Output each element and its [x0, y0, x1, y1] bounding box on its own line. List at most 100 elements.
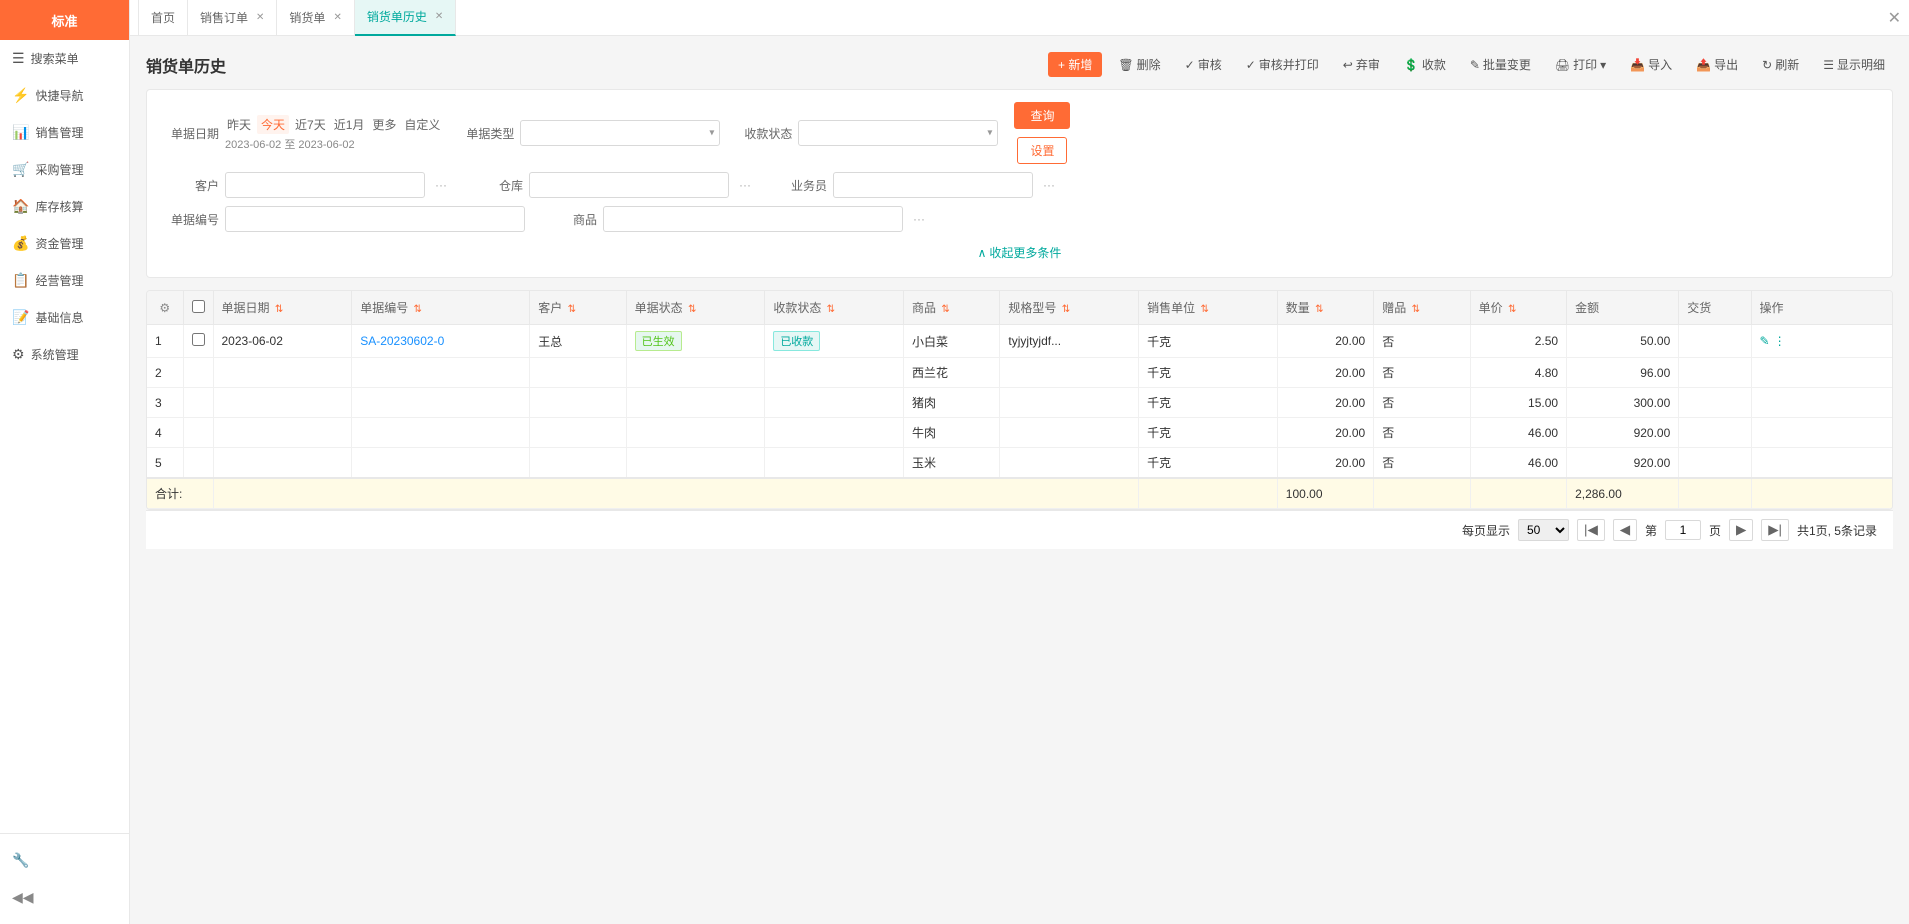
doc-type-select[interactable]	[520, 120, 720, 146]
customer-field: 客户 ···	[163, 172, 451, 198]
cell-goods: 小白菜	[904, 325, 1000, 358]
select-all-checkbox[interactable]	[192, 300, 205, 313]
sidebar-item-sales-mgmt[interactable]: 📊 销售管理	[0, 114, 129, 151]
audit-button[interactable]: ✓ 审核	[1177, 52, 1230, 77]
warehouse-input[interactable]	[529, 172, 729, 198]
doc-number-link[interactable]: SA-20230602-0	[360, 334, 444, 348]
th-doc-status[interactable]: 单据状态 ⇅	[626, 291, 765, 325]
cell-price: 46.00	[1470, 448, 1566, 479]
abandon-button[interactable]: ↩ 弃审	[1335, 52, 1388, 77]
shortcut-more[interactable]: 更多	[370, 116, 398, 133]
th-spec[interactable]: 规格型号 ⇅	[1000, 291, 1139, 325]
shortcut-today[interactable]: 今天	[257, 115, 289, 134]
sidebar-item-basic-info[interactable]: 📝 基础信息	[0, 299, 129, 336]
query-button[interactable]: 查询	[1014, 102, 1070, 129]
last-page-btn[interactable]: ▶|	[1761, 519, 1789, 541]
collect-button[interactable]: 💲 收款	[1396, 52, 1454, 77]
th-doc-status-label: 单据状态	[635, 301, 683, 315]
edit-action[interactable]: ✎	[1760, 334, 1770, 348]
customer-label: 客户	[163, 177, 219, 194]
audit-print-button[interactable]: ✓ 审核并打印	[1238, 52, 1327, 77]
cell-amount: 96.00	[1567, 358, 1679, 388]
shortcut-custom[interactable]: 自定义	[402, 116, 442, 133]
sidebar-item-quick-nav[interactable]: ⚡ 快捷导航	[0, 77, 129, 114]
tab-home[interactable]: 首页	[138, 0, 188, 36]
cell-doc-number	[352, 388, 530, 418]
close-all-tabs[interactable]: ✕	[1888, 8, 1901, 28]
page-number-input[interactable]	[1665, 520, 1701, 540]
sidebar-item-finance[interactable]: 💰 资金管理	[0, 225, 129, 262]
cell-row-num: 3	[147, 388, 183, 418]
sidebar-bottom-settings[interactable]: 🔧	[0, 842, 129, 879]
prev-page-btn[interactable]: ◀	[1613, 519, 1637, 541]
shortcut-yesterday[interactable]: 昨天	[225, 116, 253, 133]
sales-icon: 📊	[12, 124, 29, 141]
cell-doc-number: SA-20230602-0	[352, 325, 530, 358]
salesperson-ellipsis[interactable]: ···	[1039, 178, 1059, 192]
th-doc-date[interactable]: 单据日期 ⇅	[213, 291, 352, 325]
customer-input[interactable]	[225, 172, 425, 198]
basic-info-icon: 📝	[12, 309, 29, 326]
salesperson-input[interactable]	[833, 172, 1033, 198]
th-gift[interactable]: 赠品 ⇅	[1374, 291, 1470, 325]
tab-sales-order[interactable]: 销售订单 ✕	[188, 0, 277, 36]
next-page-btn[interactable]: ▶	[1729, 519, 1753, 541]
warehouse-label: 仓库	[467, 177, 523, 194]
th-unit-label: 销售单位	[1147, 301, 1195, 315]
shortcut-1month[interactable]: 近1月	[332, 116, 367, 133]
table-settings-icon[interactable]: ⚙	[159, 301, 170, 315]
abandon-label: 弃审	[1356, 56, 1380, 73]
row-checkbox[interactable]	[192, 333, 205, 346]
print-button[interactable]: 🖨 打印 ▾	[1547, 52, 1614, 77]
sidebar-item-operations[interactable]: 📋 经营管理	[0, 262, 129, 299]
goods-ellipsis[interactable]: ···	[909, 212, 929, 226]
tab-sales-history[interactable]: 销货单历史 ✕	[355, 0, 456, 36]
main-content: 首页 销售订单 ✕ 销货单 ✕ 销货单历史 ✕ ✕ 销货单历史 + 新增 🗑 删…	[130, 0, 1909, 924]
th-qty[interactable]: 数量 ⇅	[1277, 291, 1373, 325]
goods-input[interactable]	[603, 206, 903, 232]
tab-sales-goods-close[interactable]: ✕	[333, 12, 341, 23]
cell-goods: 西兰花	[904, 358, 1000, 388]
sidebar-item-inventory[interactable]: 🏠 库存核算	[0, 188, 129, 225]
export-button[interactable]: 📤 导出	[1688, 52, 1746, 77]
th-customer[interactable]: 客户 ⇅	[530, 291, 626, 325]
sidebar-item-purchase-mgmt[interactable]: 🛒 采购管理	[0, 151, 129, 188]
shortcut-7days[interactable]: 近7天	[293, 116, 328, 133]
refresh-button[interactable]: ↻ 刷新	[1754, 52, 1807, 77]
sidebar-item-label: 系统管理	[31, 346, 79, 363]
th-unit[interactable]: 销售单位 ⇅	[1139, 291, 1278, 325]
sidebar-item-search-menu[interactable]: ☰ 搜索菜单	[0, 40, 129, 77]
cell-payment-status	[765, 358, 904, 388]
sidebar-item-label: 基础信息	[35, 309, 83, 326]
tab-sales-goods[interactable]: 销货单 ✕	[277, 0, 354, 36]
cell-qty: 20.00	[1277, 448, 1373, 479]
search-area: 单据日期 昨天 今天 近7天 近1月 更多 自定义 2023-06-02 至 2…	[146, 89, 1893, 278]
th-price[interactable]: 单价 ⇅	[1470, 291, 1566, 325]
customer-ellipsis[interactable]: ···	[431, 178, 451, 192]
tab-sales-order-label: 销售订单	[200, 9, 248, 26]
th-payment-status[interactable]: 收款状态 ⇅	[765, 291, 904, 325]
add-button[interactable]: + 新增	[1048, 52, 1102, 77]
cell-price: 2.50	[1470, 325, 1566, 358]
delete-button[interactable]: 🗑 删除	[1110, 52, 1168, 77]
payment-status-select[interactable]	[798, 120, 998, 146]
page-content: 销货单历史 + 新增 🗑 删除 ✓ 审核 ✓ 审核并打印 ↩ 弃审	[130, 36, 1909, 924]
per-page-select[interactable]: 50 100 200	[1518, 519, 1569, 541]
sidebar-item-system-mgmt[interactable]: ⚙ 系统管理	[0, 336, 129, 373]
cell-amount: 50.00	[1567, 325, 1679, 358]
settings-button[interactable]: 设置	[1017, 137, 1067, 164]
show-detail-button[interactable]: ☰ 显示明细	[1815, 52, 1893, 77]
th-doc-number[interactable]: 单据编号 ⇅	[352, 291, 530, 325]
import-button[interactable]: 📥 导入	[1622, 52, 1680, 77]
batch-change-button[interactable]: ✎ 批量变更	[1462, 52, 1539, 77]
warehouse-ellipsis[interactable]: ···	[735, 178, 755, 192]
doc-number-input[interactable]	[225, 206, 525, 232]
more-action[interactable]: ⋮	[1774, 334, 1786, 348]
sidebar-collapse-btn[interactable]: ◀◀	[0, 879, 129, 916]
th-gear[interactable]: ⚙	[147, 291, 183, 325]
tab-sales-history-close[interactable]: ✕	[435, 11, 443, 22]
tab-sales-order-close[interactable]: ✕	[256, 12, 264, 23]
collapse-more-conditions[interactable]: ∧ 收起更多条件	[163, 240, 1876, 265]
first-page-btn[interactable]: |◀	[1577, 519, 1605, 541]
th-goods[interactable]: 商品 ⇅	[904, 291, 1000, 325]
